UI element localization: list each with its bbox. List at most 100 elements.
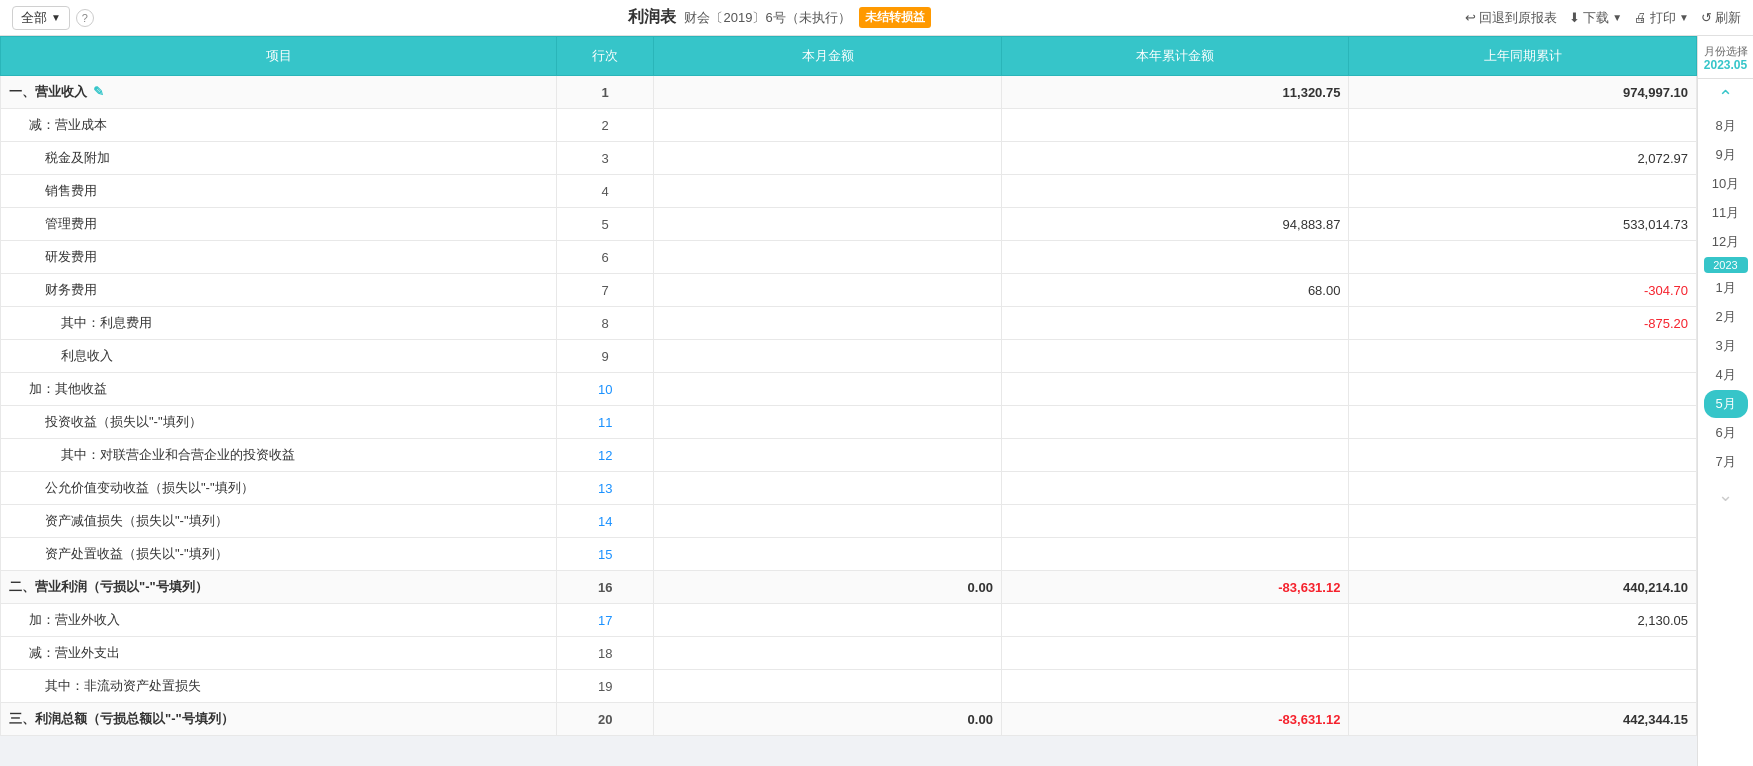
- cell-month: [654, 76, 1002, 109]
- cell-month: [654, 307, 1002, 340]
- month-item[interactable]: 9月: [1704, 141, 1748, 169]
- edit-icon[interactable]: ✎: [93, 84, 104, 99]
- table-row: 财务费用768.00-304.70: [1, 274, 1697, 307]
- next-year-button[interactable]: ⌄: [1715, 481, 1736, 509]
- month-item[interactable]: 2023: [1704, 257, 1748, 273]
- cell-item: 管理费用: [1, 208, 557, 241]
- cell-item: 财务费用: [1, 274, 557, 307]
- cell-item: 其中：对联营企业和合营企业的投资收益: [1, 439, 557, 472]
- cell-month: 0.00: [654, 703, 1002, 736]
- print-button[interactable]: 🖨 打印 ▼: [1634, 9, 1689, 27]
- cell-year: -83,631.12: [1001, 703, 1349, 736]
- all-selector[interactable]: 全部 ▼: [12, 6, 70, 30]
- month-item[interactable]: 7月: [1704, 448, 1748, 476]
- table-row: 公允价值变动收益（损失以"-"填列）13: [1, 472, 1697, 505]
- cell-item: 三、利润总额（亏损总额以"-"号填列）: [1, 703, 557, 736]
- cell-year: [1001, 241, 1349, 274]
- cell-line: 5: [557, 208, 654, 241]
- cell-year: [1001, 637, 1349, 670]
- help-icon[interactable]: ?: [76, 9, 94, 27]
- table-row: 管理费用594,883.87533,014.73: [1, 208, 1697, 241]
- cell-line: 12: [557, 439, 654, 472]
- prev-year-button[interactable]: ⌃: [1715, 83, 1736, 111]
- cell-month: [654, 340, 1002, 373]
- month-item[interactable]: 8月: [1704, 112, 1748, 140]
- back-icon: ↩: [1465, 10, 1476, 25]
- cell-line: 2: [557, 109, 654, 142]
- cell-line: 9: [557, 340, 654, 373]
- table-row: 加：其他收益10: [1, 373, 1697, 406]
- cell-line: 18: [557, 637, 654, 670]
- cell-item: 其中：非流动资产处置损失: [1, 670, 557, 703]
- month-item[interactable]: 12月: [1704, 228, 1748, 256]
- cell-year: [1001, 439, 1349, 472]
- cell-prev: 2,130.05: [1349, 604, 1697, 637]
- table-row: 投资收益（损失以"-"填列）11: [1, 406, 1697, 439]
- cell-item: 加：其他收益: [1, 373, 557, 406]
- cell-line: 15: [557, 538, 654, 571]
- report-subtitle: 财会〔2019〕6号（未执行）: [684, 9, 850, 27]
- sidebar-title: 月份选择 2023.05: [1698, 40, 1753, 79]
- month-item[interactable]: 2月: [1704, 303, 1748, 331]
- cell-year: 68.00: [1001, 274, 1349, 307]
- cell-year: [1001, 604, 1349, 637]
- cell-prev: [1349, 472, 1697, 505]
- header-item: 项目: [1, 37, 557, 76]
- header-month: 本月金额: [654, 37, 1002, 76]
- cell-year: [1001, 406, 1349, 439]
- cell-month: [654, 175, 1002, 208]
- cell-prev: -304.70: [1349, 274, 1697, 307]
- month-item[interactable]: 5月: [1704, 390, 1748, 418]
- cell-line: 4: [557, 175, 654, 208]
- table-row: 其中：对联营企业和合营企业的投资收益12: [1, 439, 1697, 472]
- cell-year: [1001, 472, 1349, 505]
- table-row: 一、营业收入✎111,320.75974,997.10: [1, 76, 1697, 109]
- month-item[interactable]: 6月: [1704, 419, 1748, 447]
- top-bar-left: 全部 ▼ ?: [12, 6, 94, 30]
- table-row: 其中：非流动资产处置损失19: [1, 670, 1697, 703]
- cell-month: [654, 604, 1002, 637]
- refresh-button[interactable]: ↺ 刷新: [1701, 9, 1741, 27]
- cell-item: 加：营业外收入: [1, 604, 557, 637]
- cell-month: [654, 637, 1002, 670]
- cell-line: 19: [557, 670, 654, 703]
- month-item[interactable]: 11月: [1704, 199, 1748, 227]
- cell-month: [654, 208, 1002, 241]
- month-item[interactable]: 4月: [1704, 361, 1748, 389]
- cell-line: 16: [557, 571, 654, 604]
- cell-item: 公允价值变动收益（损失以"-"填列）: [1, 472, 557, 505]
- cell-month: [654, 241, 1002, 274]
- chevron-down-icon: ▼: [51, 12, 61, 23]
- cell-year: [1001, 109, 1349, 142]
- cell-prev: 440,214.10: [1349, 571, 1697, 604]
- top-bar-actions: ↩ 回退到原报表 ⬇ 下载 ▼ 🖨 打印 ▼ ↺ 刷新: [1465, 9, 1741, 27]
- cell-month: [654, 505, 1002, 538]
- cell-prev: 442,344.15: [1349, 703, 1697, 736]
- cell-prev: [1349, 670, 1697, 703]
- report-title: 利润表: [628, 7, 676, 28]
- cell-line: 14: [557, 505, 654, 538]
- back-to-original-button[interactable]: ↩ 回退到原报表: [1465, 9, 1557, 27]
- cell-item: 投资收益（损失以"-"填列）: [1, 406, 557, 439]
- cell-item: 研发费用: [1, 241, 557, 274]
- header-line: 行次: [557, 37, 654, 76]
- month-item[interactable]: 3月: [1704, 332, 1748, 360]
- cell-item: 一、营业收入✎: [1, 76, 557, 109]
- cell-month: 0.00: [654, 571, 1002, 604]
- table-row: 减：营业外支出18: [1, 637, 1697, 670]
- cell-item: 销售费用: [1, 175, 557, 208]
- month-item[interactable]: 10月: [1704, 170, 1748, 198]
- table-row: 加：营业外收入17 2,130.05: [1, 604, 1697, 637]
- cell-month: [654, 274, 1002, 307]
- cell-item: 二、营业利润（亏损以"-"号填列）: [1, 571, 557, 604]
- cell-line: 17: [557, 604, 654, 637]
- month-item[interactable]: 1月: [1704, 274, 1748, 302]
- cell-item: 资产处置收益（损失以"-"填列）: [1, 538, 557, 571]
- cell-year: [1001, 175, 1349, 208]
- cell-line: 3: [557, 142, 654, 175]
- download-chevron-icon: ▼: [1612, 12, 1622, 23]
- table-row: 利息收入9: [1, 340, 1697, 373]
- cell-year: 11,320.75: [1001, 76, 1349, 109]
- cell-year: -83,631.12: [1001, 571, 1349, 604]
- download-button[interactable]: ⬇ 下载 ▼: [1569, 9, 1622, 27]
